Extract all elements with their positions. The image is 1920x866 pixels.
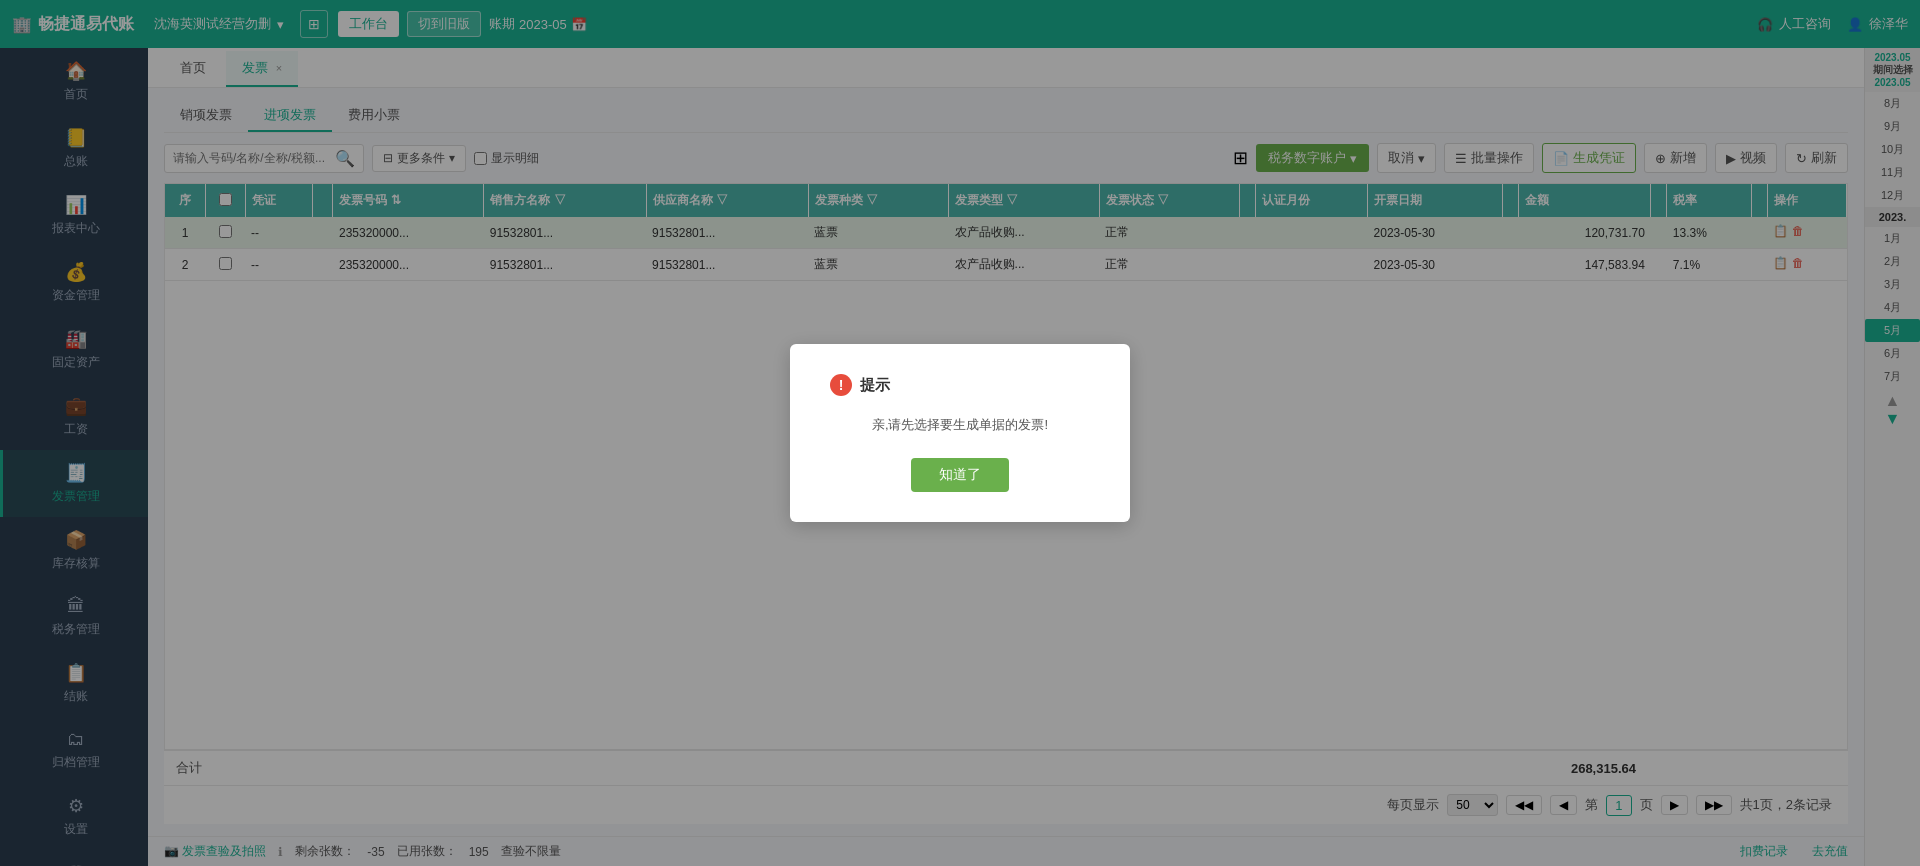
- modal-message: 亲,请先选择要生成单据的发票!: [872, 416, 1048, 434]
- modal-warn-icon: !: [830, 374, 852, 396]
- modal-title-row: ! 提示: [830, 374, 890, 396]
- modal-ok-btn[interactable]: 知道了: [911, 458, 1009, 492]
- modal-dialog: ! 提示 亲,请先选择要生成单据的发票! 知道了: [790, 344, 1130, 522]
- modal-title: 提示: [860, 376, 890, 395]
- warn-symbol: !: [839, 377, 844, 393]
- modal-overlay: ! 提示 亲,请先选择要生成单据的发票! 知道了: [0, 0, 1920, 866]
